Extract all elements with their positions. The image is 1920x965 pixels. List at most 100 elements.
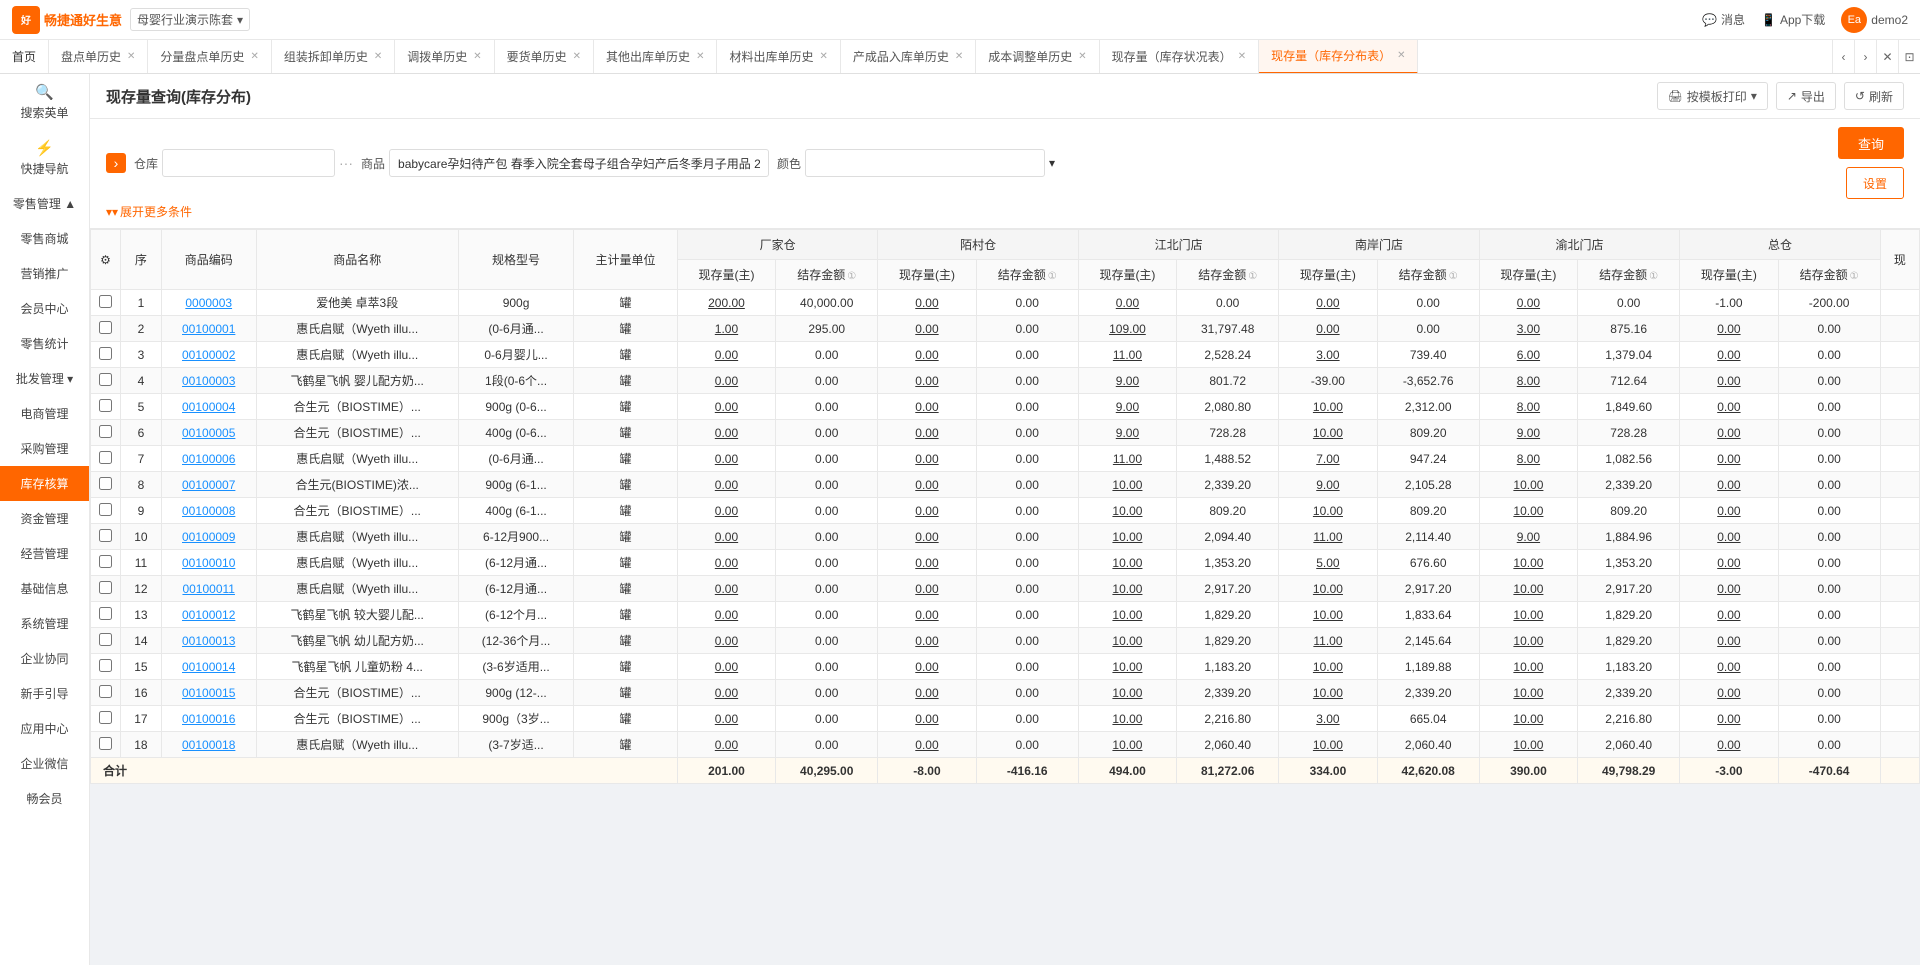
cell[interactable]: 8.00 (1479, 368, 1577, 394)
sidebar-item-retail-stats[interactable]: 零售统计 (0, 326, 89, 361)
cell[interactable]: 10.00 (1479, 550, 1577, 576)
tab-product-close[interactable]: ✕ (955, 51, 963, 62)
sidebar-item-ecommerce[interactable]: 电商管理 (0, 396, 89, 431)
cell[interactable]: 10.00 (1078, 498, 1176, 524)
cell-na-qty[interactable]: 3.00 (1279, 706, 1377, 732)
cell-check[interactable] (91, 576, 121, 602)
cell-check[interactable] (91, 654, 121, 680)
sidebar-item-vip[interactable]: 畅会员 (0, 781, 89, 816)
cell[interactable]: 0.00 (677, 472, 775, 498)
cell-tot-qty[interactable]: 0.00 (1680, 446, 1778, 472)
cell[interactable]: 0.00 (878, 290, 976, 316)
cell-check[interactable] (91, 524, 121, 550)
cell-na-qty[interactable]: -39.00 (1279, 368, 1377, 394)
cell[interactable]: 10.00 (1479, 732, 1577, 758)
cell[interactable]: 0.00 (878, 706, 976, 732)
cell[interactable]: 200.00 (677, 290, 775, 316)
cell-na-qty[interactable]: 0.00 (1279, 316, 1377, 342)
cell-tot-qty[interactable]: 0.00 (1680, 524, 1778, 550)
sidebar-item-basic[interactable]: 基础信息 (0, 571, 89, 606)
cell[interactable]: 10.00 (1479, 472, 1577, 498)
cell-tot-qty[interactable]: 0.00 (1680, 576, 1778, 602)
sidebar-item-guide[interactable]: 新手引导 (0, 676, 89, 711)
cell[interactable]: 9.00 (1479, 524, 1577, 550)
query-button[interactable]: 查询 (1838, 127, 1904, 159)
cell[interactable]: 9.00 (1479, 420, 1577, 446)
cell[interactable]: 6.00 (1479, 342, 1577, 368)
cell[interactable]: 0.00 (878, 732, 976, 758)
cell-code[interactable]: 00100005 (161, 420, 256, 446)
cell[interactable]: 10.00 (1078, 680, 1176, 706)
cell[interactable]: 10.00 (1078, 524, 1176, 550)
cell-code[interactable]: 00100016 (161, 706, 256, 732)
tab-material-out[interactable]: 材料出库单历史 ✕ (717, 40, 840, 74)
cell[interactable]: 10.00 (1078, 550, 1176, 576)
cell-check[interactable] (91, 368, 121, 394)
tab-next-btn[interactable]: › (1854, 40, 1876, 74)
sidebar-item-system[interactable]: 系统管理 (0, 606, 89, 641)
tab-point-close[interactable]: ✕ (250, 51, 258, 62)
cell-code[interactable]: 0000003 (161, 290, 256, 316)
cell[interactable]: 10.00 (1078, 576, 1176, 602)
tab-req-close[interactable]: ✕ (573, 51, 581, 62)
cell[interactable]: 0.00 (677, 420, 775, 446)
cell-check[interactable] (91, 628, 121, 654)
cell-code[interactable]: 00100015 (161, 680, 256, 706)
cell[interactable]: 10.00 (1479, 680, 1577, 706)
cell[interactable]: 0.00 (878, 342, 976, 368)
cell[interactable]: 0.00 (1078, 290, 1176, 316)
cell[interactable]: 0.00 (878, 524, 976, 550)
cell[interactable]: 0.00 (878, 680, 976, 706)
cell[interactable]: 0.00 (878, 550, 976, 576)
cell-na-qty[interactable]: 10.00 (1279, 654, 1377, 680)
cell[interactable]: 0.00 (677, 576, 775, 602)
tab-combo-split[interactable]: 组装拆卸单历史 ✕ (272, 40, 395, 74)
cell-na-qty[interactable]: 5.00 (1279, 550, 1377, 576)
tab-stocktake[interactable]: 盘点单历史 ✕ (49, 40, 148, 74)
color-dropdown-icon[interactable]: ▾ (1049, 156, 1055, 170)
cell[interactable]: 3.00 (1479, 316, 1577, 342)
cell[interactable]: 0.00 (677, 706, 775, 732)
cell[interactable]: 109.00 (1078, 316, 1176, 342)
cell[interactable]: 0.00 (878, 602, 976, 628)
cell-code[interactable]: 00100009 (161, 524, 256, 550)
cell-check[interactable] (91, 342, 121, 368)
cell-tot-qty[interactable]: 0.00 (1680, 420, 1778, 446)
cell[interactable]: 0.00 (878, 420, 976, 446)
cell[interactable]: 0.00 (677, 368, 775, 394)
cell-tot-qty[interactable]: 0.00 (1680, 368, 1778, 394)
cell[interactable]: 0.00 (878, 576, 976, 602)
cell-check[interactable] (91, 732, 121, 758)
tab-product-in[interactable]: 产成品入库单历史 ✕ (841, 40, 976, 74)
tab-close-all-btn[interactable]: ✕ (1876, 40, 1898, 74)
cell-na-qty[interactable]: 10.00 (1279, 576, 1377, 602)
tab-dist-close[interactable]: ✕ (1397, 50, 1405, 61)
cell[interactable]: 10.00 (1078, 732, 1176, 758)
cell[interactable]: 10.00 (1078, 602, 1176, 628)
cell-check[interactable] (91, 316, 121, 342)
cell-na-qty[interactable]: 10.00 (1279, 680, 1377, 706)
tab-other-close[interactable]: ✕ (696, 51, 704, 62)
cell[interactable]: 0.00 (677, 602, 775, 628)
tab-combo-close[interactable]: ✕ (374, 51, 382, 62)
warehouse-input[interactable] (162, 149, 335, 177)
cell[interactable]: 0.00 (878, 446, 976, 472)
print-button[interactable]: 🖨 按模板打印 ▾ (1657, 82, 1768, 110)
cell[interactable]: 11.00 (1078, 342, 1176, 368)
cell[interactable]: 1.00 (677, 316, 775, 342)
tab-cost-adjust[interactable]: 成本调整单历史 ✕ (976, 40, 1099, 74)
cell[interactable]: 0.00 (677, 732, 775, 758)
cell-code[interactable]: 00100011 (161, 576, 256, 602)
cell[interactable]: 11.00 (1078, 446, 1176, 472)
cell[interactable]: 8.00 (1479, 394, 1577, 420)
cell[interactable]: 0.00 (878, 368, 976, 394)
cell-tot-qty[interactable]: 0.00 (1680, 602, 1778, 628)
cell[interactable]: 10.00 (1479, 576, 1577, 602)
cell-tot-qty[interactable]: -1.00 (1680, 290, 1778, 316)
cell-code[interactable]: 00100004 (161, 394, 256, 420)
app-download-btn[interactable]: 📱 App下载 (1761, 11, 1825, 28)
cell[interactable]: 10.00 (1078, 628, 1176, 654)
refresh-button[interactable]: ↺ 刷新 (1844, 82, 1904, 110)
sidebar-item-enterprise[interactable]: 企业协同 (0, 641, 89, 676)
tab-point-history[interactable]: 分量盘点单历史 ✕ (148, 40, 271, 74)
